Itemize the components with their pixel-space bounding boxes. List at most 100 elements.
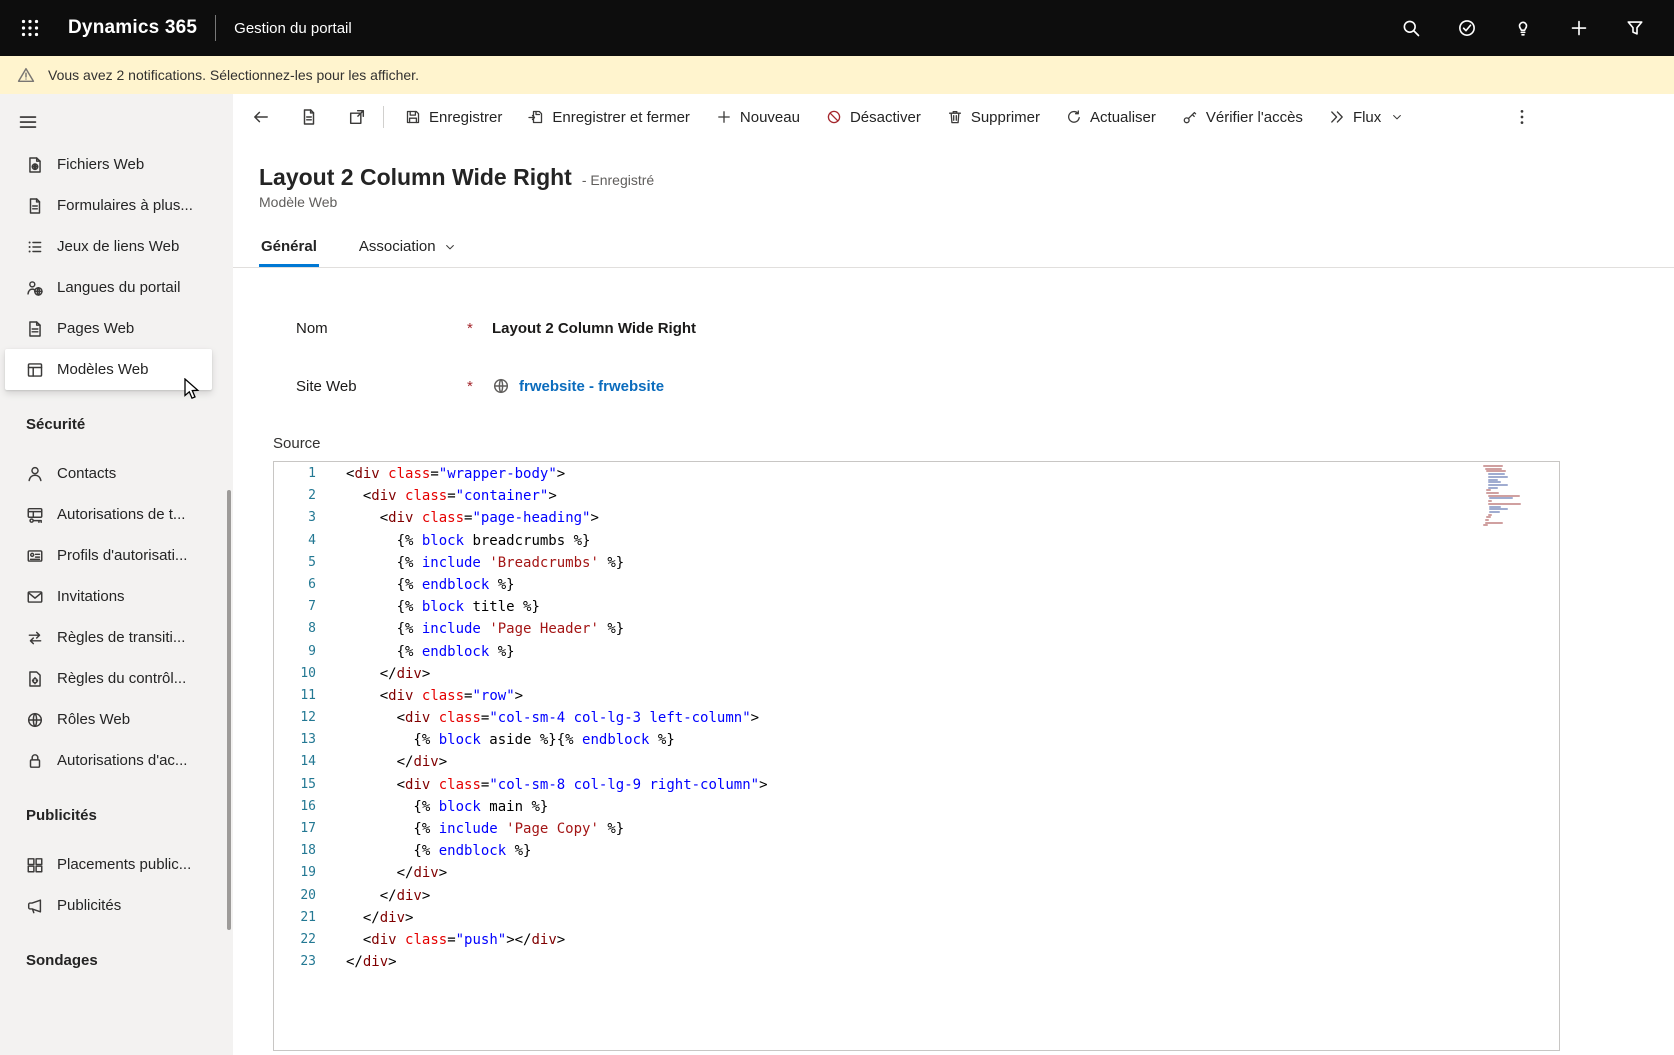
code-line[interactable]: 23 </div>	[274, 951, 1559, 973]
sidebar-item[interactable]: Publicités	[5, 885, 212, 926]
hamburger-icon	[18, 112, 38, 132]
sidebar-group-header: Sondages	[26, 952, 98, 969]
web-page-icon	[26, 320, 44, 338]
commandbar-button[interactable]: Enregistrer et fermer	[515, 99, 703, 135]
code-line[interactable]: 9 {% endblock %}	[274, 641, 1559, 663]
code-line[interactable]: 13 {% block aside %}{% endblock %}	[274, 729, 1559, 751]
code-line[interactable]: 6 {% endblock %}	[274, 574, 1559, 596]
commandbar-button[interactable]: Désactiver	[813, 99, 934, 135]
code-line[interactable]: 17 {% include 'Page Copy' %}	[274, 818, 1559, 840]
tab-general[interactable]: Général	[259, 228, 319, 267]
lookup-value[interactable]: frwebsite - frwebsite	[492, 377, 664, 395]
required-marker: *	[467, 377, 473, 395]
sidebar-item[interactable]: Règles de transiti...	[5, 617, 212, 658]
commandbar-button[interactable]: Nouveau	[703, 99, 813, 135]
language-icon	[26, 279, 44, 297]
sidebar-item[interactable]: Autorisations de t...	[5, 494, 212, 535]
save-close-icon	[528, 109, 544, 125]
commandbar-button[interactable]: Flux	[1316, 99, 1416, 135]
minimap-line	[1487, 500, 1493, 503]
code-line[interactable]: 4 {% block breadcrumbs %}	[274, 530, 1559, 552]
table-permission-icon	[26, 506, 44, 524]
sidebar-item[interactable]: Fichiers Web	[5, 144, 212, 185]
area-title[interactable]: Gestion du portail	[234, 20, 352, 37]
form-icon	[26, 197, 44, 215]
sidebar-item[interactable]: Règles du contrôl...	[5, 658, 212, 699]
hamburger-button[interactable]	[16, 110, 40, 134]
code-line[interactable]: 1 <div class="wrapper-body">	[274, 463, 1559, 485]
code-line[interactable]: 16 {% block main %}	[274, 796, 1559, 818]
line-number: 11	[300, 687, 316, 703]
sidebar-item[interactable]: Invitations	[5, 576, 212, 617]
commandbar-button-label: Supprimer	[970, 108, 1041, 126]
sitemap-sidebar: Fichiers Web Formulaires à plus... Jeux de…	[0, 94, 233, 1055]
sidebar-item[interactable]: Autorisations d'ac...	[5, 740, 212, 781]
app-launcher-button[interactable]	[8, 6, 52, 50]
popout-button[interactable]	[339, 99, 375, 135]
more-commands-button[interactable]	[1504, 99, 1540, 135]
sidebar-item[interactable]: Contacts	[5, 453, 212, 494]
filter-button[interactable]	[1618, 11, 1652, 45]
sidebar-item[interactable]: Formulaires à plus...	[5, 185, 212, 226]
back-arrow-button[interactable]	[243, 99, 279, 135]
sidebar-item[interactable]: Modèles Web	[5, 349, 212, 390]
commandbar-buttons: Enregistrer Enregistrer et fermer Nouveau D…	[392, 99, 1416, 135]
sidebar-item[interactable]: Jeux de liens Web	[5, 226, 212, 267]
minimap-line	[1487, 483, 1509, 486]
code-line[interactable]: 11 <div class="row">	[274, 685, 1559, 707]
lightbulb-button[interactable]	[1506, 11, 1540, 45]
code-line[interactable]: 8 {% include 'Page Header' %}	[274, 618, 1559, 640]
code-line[interactable]: 21 </div>	[274, 907, 1559, 929]
sidebar-item[interactable]: Profils d'autorisati...	[5, 535, 212, 576]
field-value[interactable]: Layout 2 Column Wide Right	[492, 320, 696, 337]
app-title[interactable]: Dynamics 365	[68, 17, 197, 39]
sidebar-item[interactable]: Placements public...	[5, 844, 212, 885]
code-line-text: </div>	[346, 665, 431, 682]
code-line[interactable]: 3 <div class="page-heading">	[274, 507, 1559, 529]
minimap-line	[1489, 505, 1502, 508]
code-line[interactable]: 2 <div class="container">	[274, 485, 1559, 507]
code-line[interactable]: 14 </div>	[274, 751, 1559, 773]
sidebar-item[interactable]: Langues du portail	[5, 267, 212, 308]
topbar-actions	[1394, 11, 1668, 45]
code-line-text: <div class="col-sm-8 col-lg-9 right-colu…	[346, 776, 768, 793]
checkmark-circle-button[interactable]	[1450, 11, 1484, 45]
tab-association[interactable]: Association	[357, 228, 458, 267]
code-editor[interactable]: 1 <div class="wrapper-body"> 2 <div class=…	[273, 461, 1560, 1051]
commandbar-button[interactable]: Enregistrer	[392, 99, 515, 135]
flow-icon	[1329, 109, 1345, 125]
code-line[interactable]: 10 </div>	[274, 663, 1559, 685]
sidebar-item-label: Placements public...	[57, 856, 192, 873]
code-line-text: <div class="wrapper-body">	[346, 466, 566, 482]
save-icon	[405, 109, 421, 125]
commandbar-button[interactable]: Vérifier l'accès	[1169, 99, 1316, 135]
code-line[interactable]: 19 </div>	[274, 862, 1559, 884]
sidebar-item-label: Contacts	[57, 465, 117, 482]
editor-minimap[interactable]	[1483, 465, 1545, 531]
line-number: 9	[308, 643, 316, 659]
sidebar-scrollbar[interactable]	[227, 490, 231, 930]
code-line[interactable]: 15 <div class="col-sm-8 col-lg-9 right-c…	[274, 774, 1559, 796]
minimap-line	[1484, 519, 1490, 521]
code-line[interactable]: 18 {% endblock %}	[274, 840, 1559, 862]
commandbar-button[interactable]: Actualiser	[1053, 99, 1169, 135]
sidebar-item[interactable]: Pages Web	[5, 308, 212, 349]
sidebar-item[interactable]: Rôles Web	[5, 699, 212, 740]
notification-bar[interactable]: Vous avez 2 notifications. Sélectionnez-…	[0, 56, 1674, 94]
code-line[interactable]: 12 <div class="col-sm-4 col-lg-3 left-co…	[274, 707, 1559, 729]
code-line[interactable]: 20 </div>	[274, 885, 1559, 907]
code-line[interactable]: 5 {% include 'Breadcrumbs' %}	[274, 552, 1559, 574]
code-line[interactable]: 7 {% block title %}	[274, 596, 1559, 618]
line-number: 13	[300, 732, 316, 748]
waffle-icon	[20, 18, 40, 38]
minimap-line	[1486, 470, 1506, 473]
form-button[interactable]	[291, 99, 327, 135]
lightbulb-icon	[1513, 18, 1533, 38]
lookup-link[interactable]: frwebsite - frwebsite	[519, 378, 664, 395]
minimap-line	[1484, 521, 1503, 524]
plus-button[interactable]	[1562, 11, 1596, 45]
sidebar-item-label: Jeux de liens Web	[57, 238, 180, 255]
search-button[interactable]	[1394, 11, 1428, 45]
commandbar-button[interactable]: Supprimer	[934, 99, 1053, 135]
code-line[interactable]: 22 <div class="push"></div>	[274, 929, 1559, 951]
